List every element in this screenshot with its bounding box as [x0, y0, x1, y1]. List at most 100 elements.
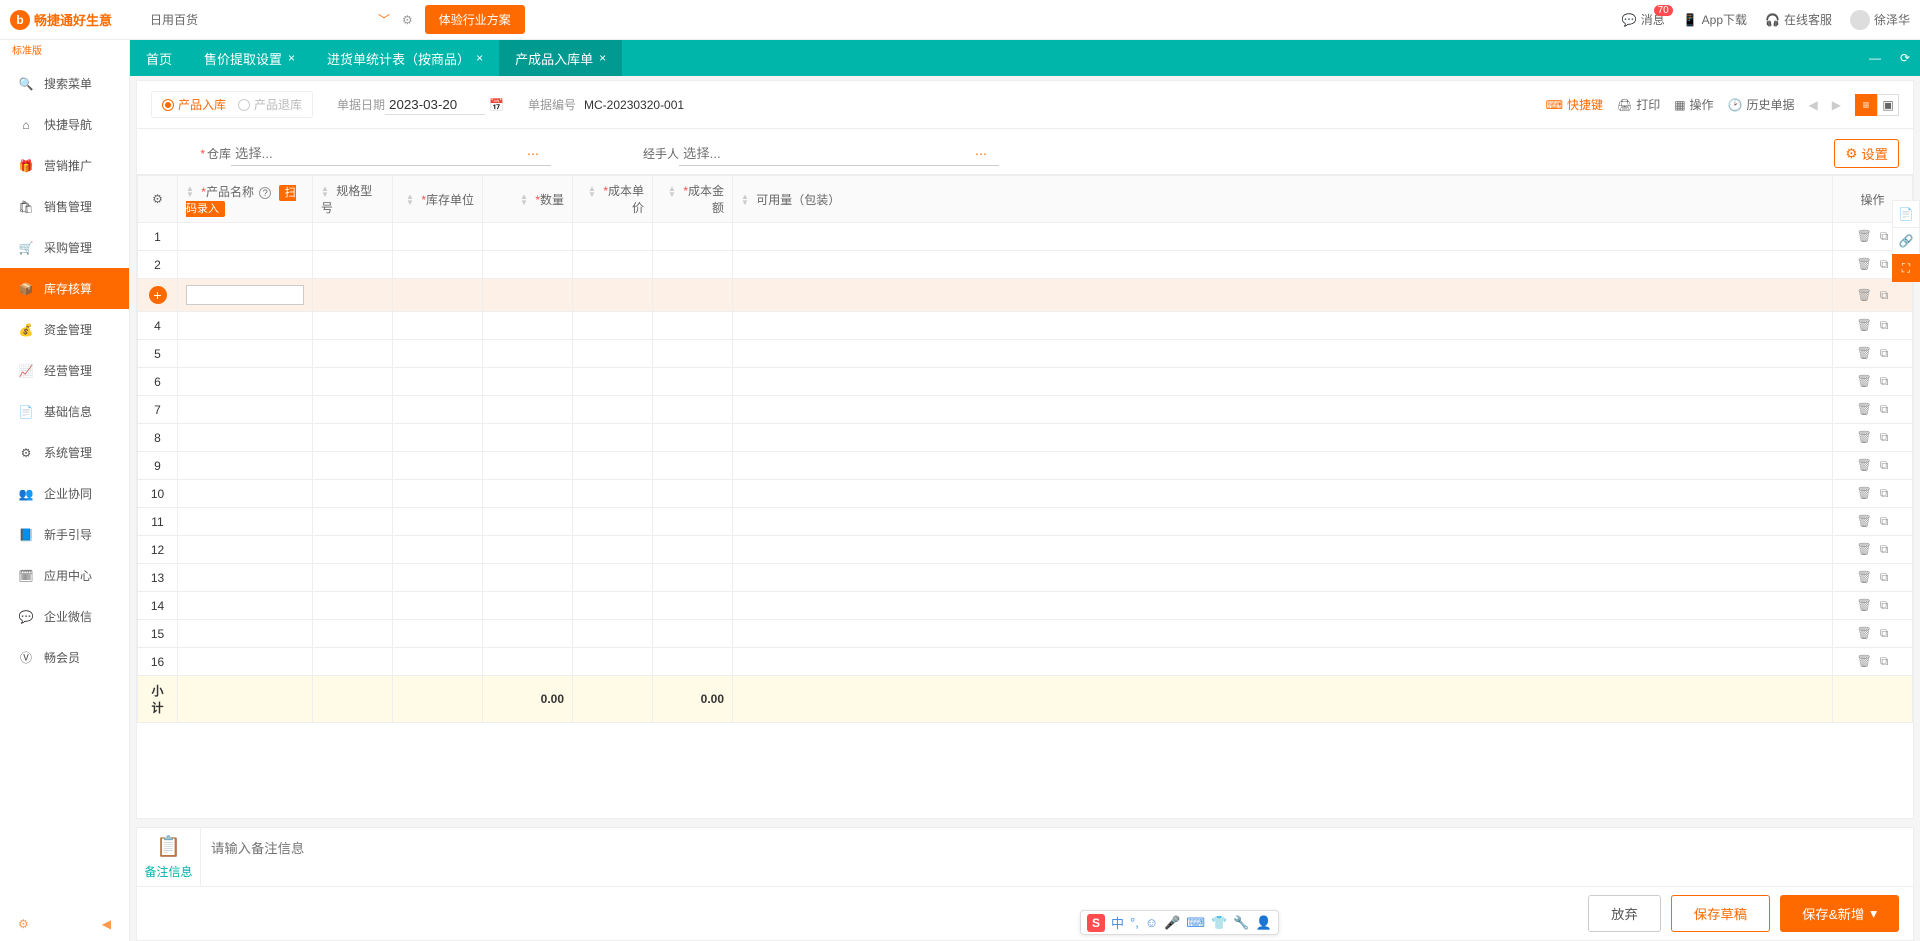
- delete-icon[interactable]: 🗑: [1857, 626, 1872, 640]
- sidebar-item-team[interactable]: 👥企业协同: [0, 473, 129, 514]
- copy-icon[interactable]: ⧉: [1880, 288, 1889, 302]
- close-icon[interactable]: ×: [599, 51, 606, 65]
- column-settings-button[interactable]: ⚙ 设置: [1834, 139, 1899, 168]
- sidebar-item-bag[interactable]: 🛍销售管理: [0, 186, 129, 227]
- table-row[interactable]: 13🗑⧉: [138, 564, 1913, 592]
- sidebar-item-search[interactable]: 🔍搜索菜单: [0, 63, 129, 104]
- ime-toolbar[interactable]: S 中 °, ☺ 🎤 ⌨ 👕 🔧 👤: [1080, 910, 1279, 935]
- ime-user-icon[interactable]: 👤: [1255, 915, 1271, 931]
- sidebar-item-home[interactable]: ⌂快捷导航: [0, 104, 129, 145]
- table-row[interactable]: 4🗑⧉: [138, 312, 1913, 340]
- remarks-input[interactable]: [201, 828, 1913, 886]
- copy-icon[interactable]: ⧉: [1880, 402, 1889, 416]
- discard-button[interactable]: 放弃: [1588, 895, 1661, 932]
- product-name-input[interactable]: [186, 285, 304, 305]
- table-row[interactable]: 7🗑⧉: [138, 396, 1913, 424]
- copy-icon[interactable]: ⧉: [1880, 229, 1889, 243]
- dock-expand-button[interactable]: ⛶: [1892, 254, 1920, 282]
- tab-3[interactable]: 产成品入库单×: [499, 40, 622, 76]
- copy-icon[interactable]: ⧉: [1880, 486, 1889, 500]
- table-row[interactable]: 14🗑⧉: [138, 592, 1913, 620]
- operation-button[interactable]: ▦ 操作: [1674, 96, 1713, 113]
- delete-icon[interactable]: 🗑: [1857, 654, 1872, 668]
- delete-icon[interactable]: 🗑: [1857, 346, 1872, 360]
- tab-minimize-button[interactable]: —: [1860, 40, 1890, 76]
- table-row[interactable]: 2🗑⧉: [138, 251, 1913, 279]
- copy-icon[interactable]: ⧉: [1880, 514, 1889, 528]
- ime-smile-icon[interactable]: ☺: [1145, 915, 1158, 930]
- ime-punct-icon[interactable]: °,: [1130, 915, 1139, 930]
- delete-icon[interactable]: 🗑: [1857, 288, 1872, 302]
- sidebar-item-box[interactable]: 📦库存核算: [0, 268, 129, 309]
- copy-icon[interactable]: ⧉: [1880, 458, 1889, 472]
- sort-icon[interactable]: ▲▼: [741, 194, 749, 206]
- delete-icon[interactable]: 🗑: [1857, 430, 1872, 444]
- help-icon[interactable]: ?: [259, 187, 271, 199]
- table-row[interactable]: 11🗑⧉: [138, 508, 1913, 536]
- sidebar-item-app[interactable]: 🗓应用中心: [0, 555, 129, 596]
- sort-icon[interactable]: ▲▼: [406, 194, 414, 206]
- copy-icon[interactable]: ⧉: [1880, 570, 1889, 584]
- copy-icon[interactable]: ⧉: [1880, 257, 1889, 271]
- messages-button[interactable]: 💬 消息 70: [1622, 11, 1665, 28]
- sidebar-item-wechat[interactable]: 💬企业微信: [0, 596, 129, 637]
- settings-icon[interactable]: ⚙: [18, 917, 29, 931]
- dock-note-button[interactable]: 📄: [1892, 200, 1920, 228]
- category-select[interactable]: 日用百货 ﹀: [150, 11, 390, 28]
- view-grid-button[interactable]: ▣: [1877, 94, 1899, 116]
- sidebar-item-book[interactable]: 📘新手引导: [0, 514, 129, 555]
- operator-select[interactable]: [679, 142, 999, 166]
- ime-lang-label[interactable]: 中: [1111, 913, 1124, 932]
- sidebar-item-gift[interactable]: 🎁营销推广: [0, 145, 129, 186]
- tab-refresh-button[interactable]: ⟳: [1890, 40, 1920, 76]
- delete-icon[interactable]: 🗑: [1857, 514, 1872, 528]
- ime-tool-icon[interactable]: 🔧: [1233, 915, 1249, 931]
- user-menu[interactable]: 徐泽华: [1850, 10, 1910, 30]
- radio-product-in[interactable]: 产品入库: [162, 96, 226, 113]
- copy-icon[interactable]: ⧉: [1880, 374, 1889, 388]
- delete-icon[interactable]: 🗑: [1857, 598, 1872, 612]
- warehouse-more-icon[interactable]: ⋯: [527, 147, 539, 161]
- table-row[interactable]: 8🗑⧉: [138, 424, 1913, 452]
- sort-icon[interactable]: ▲▼: [186, 186, 194, 198]
- sort-icon[interactable]: ▲▼: [588, 186, 596, 198]
- delete-icon[interactable]: 🗑: [1857, 257, 1872, 271]
- table-row[interactable]: 9🗑⧉: [138, 452, 1913, 480]
- delete-icon[interactable]: 🗑: [1857, 486, 1872, 500]
- delete-icon[interactable]: 🗑: [1857, 374, 1872, 388]
- close-icon[interactable]: ×: [476, 51, 483, 65]
- gear-icon[interactable]: ⚙: [402, 13, 413, 27]
- sidebar-item-doc[interactable]: 📄基础信息: [0, 391, 129, 432]
- collapse-icon[interactable]: ◀: [102, 917, 111, 931]
- table-row[interactable]: 10🗑⧉: [138, 480, 1913, 508]
- next-button[interactable]: ▶: [1832, 98, 1841, 112]
- sort-icon[interactable]: ▲▼: [321, 186, 329, 198]
- close-icon[interactable]: ×: [288, 51, 295, 65]
- history-button[interactable]: 🕑 历史单据: [1728, 96, 1795, 113]
- ime-keyboard-icon[interactable]: ⌨: [1186, 915, 1205, 931]
- copy-icon[interactable]: ⧉: [1880, 626, 1889, 640]
- app-download-button[interactable]: 📱 App下载: [1683, 11, 1747, 28]
- delete-icon[interactable]: 🗑: [1857, 402, 1872, 416]
- copy-icon[interactable]: ⧉: [1880, 598, 1889, 612]
- table-row[interactable]: 15🗑⧉: [138, 620, 1913, 648]
- table-row[interactable]: 1🗑⧉: [138, 223, 1913, 251]
- sort-icon[interactable]: ▲▼: [520, 194, 528, 206]
- sidebar-item-cart[interactable]: 🛒采购管理: [0, 227, 129, 268]
- copy-icon[interactable]: ⧉: [1880, 654, 1889, 668]
- table-row[interactable]: 5🗑⧉: [138, 340, 1913, 368]
- date-input[interactable]: [385, 95, 485, 115]
- sort-icon[interactable]: ▲▼: [668, 186, 676, 198]
- ime-mic-icon[interactable]: 🎤: [1164, 915, 1180, 931]
- table-row[interactable]: +🗑⧉: [138, 279, 1913, 312]
- copy-icon[interactable]: ⧉: [1880, 542, 1889, 556]
- prev-button[interactable]: ◀: [1809, 98, 1818, 112]
- sidebar-item-money[interactable]: 💰资金管理: [0, 309, 129, 350]
- copy-icon[interactable]: ⧉: [1880, 318, 1889, 332]
- dock-link-button[interactable]: 🔗: [1892, 227, 1920, 255]
- calendar-icon[interactable]: 📅: [489, 98, 504, 112]
- online-service-button[interactable]: 🎧 在线客服: [1765, 11, 1832, 28]
- table-row[interactable]: 6🗑⧉: [138, 368, 1913, 396]
- delete-icon[interactable]: 🗑: [1857, 570, 1872, 584]
- warehouse-select[interactable]: [231, 142, 551, 166]
